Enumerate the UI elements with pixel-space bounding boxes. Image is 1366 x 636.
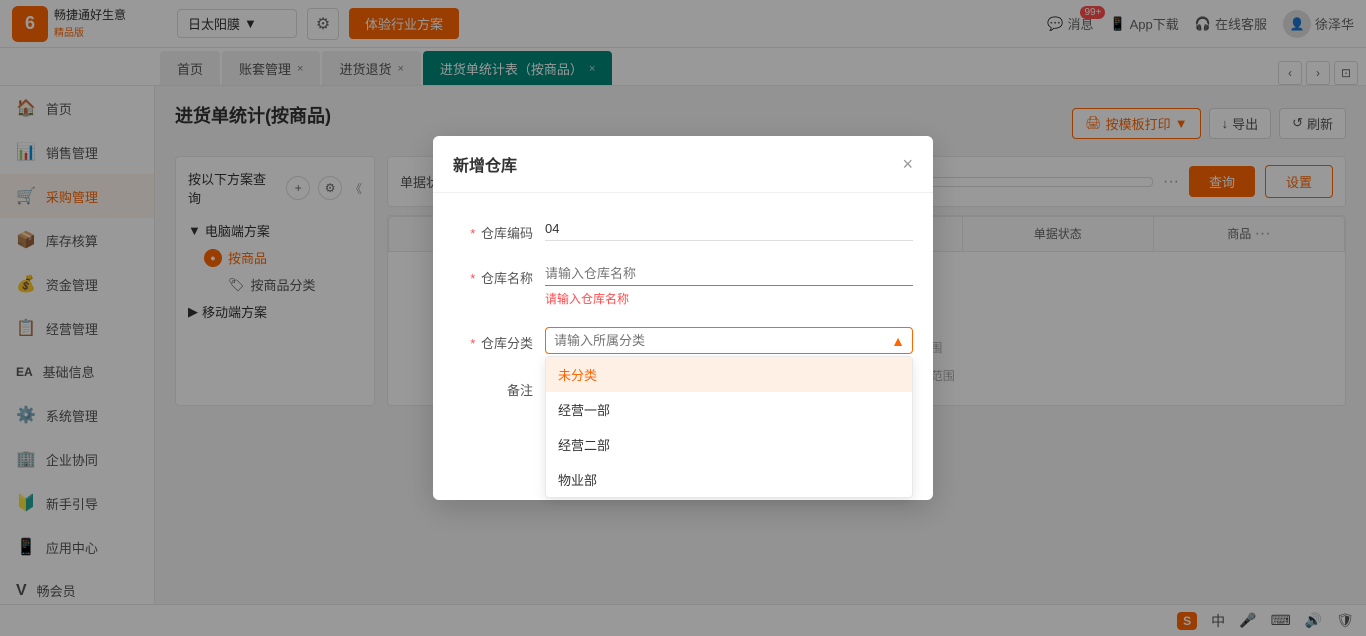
notes-field-label: 备注 (453, 374, 533, 399)
category-input-wrap: ▲ 未分类 经营一部 经营二部 物业部 (545, 327, 913, 354)
code-input-wrap (545, 217, 913, 241)
category-select-wrap: ▲ 未分类 经营一部 经营二部 物业部 (545, 327, 913, 354)
form-row-category: * 仓库分类 ▲ 未分类 经营一部 经营二部 物业部 (453, 327, 913, 354)
modal-new-warehouse: 新增仓库 × * 仓库编码 * 仓库名称 (433, 136, 933, 500)
name-field-label: * 仓库名称 (453, 262, 533, 287)
dropdown-item-uncategorized[interactable]: 未分类 (546, 357, 912, 392)
dropdown-item-dept1[interactable]: 经营一部 (546, 392, 912, 427)
name-input-wrap: 请输入仓库名称 (545, 262, 913, 307)
modal-body: * 仓库编码 * 仓库名称 请输入仓库名称 (433, 193, 933, 443)
form-row-code: * 仓库编码 (453, 217, 913, 242)
dropdown-item-dept3[interactable]: 物业部 (546, 462, 912, 497)
category-field-label: * 仓库分类 (453, 327, 533, 352)
category-select-input[interactable] (545, 327, 913, 354)
chevron-up-icon[interactable]: ▲ (891, 333, 905, 349)
dropdown-item-dept2[interactable]: 经营二部 (546, 427, 912, 462)
form-row-name: * 仓库名称 请输入仓库名称 (453, 262, 913, 307)
warehouse-code-input[interactable] (545, 217, 913, 241)
name-error-msg: 请输入仓库名称 (545, 290, 913, 307)
modal-title: 新增仓库 (453, 152, 517, 176)
warehouse-name-input[interactable] (545, 262, 913, 286)
modal-overlay: 新增仓库 × * 仓库编码 * 仓库名称 (0, 0, 1366, 636)
category-dropdown: 未分类 经营一部 经营二部 物业部 (545, 356, 913, 498)
modal-close-button[interactable]: × (902, 154, 913, 175)
code-field-label: * 仓库编码 (453, 217, 533, 242)
modal-header: 新增仓库 × (433, 136, 933, 193)
